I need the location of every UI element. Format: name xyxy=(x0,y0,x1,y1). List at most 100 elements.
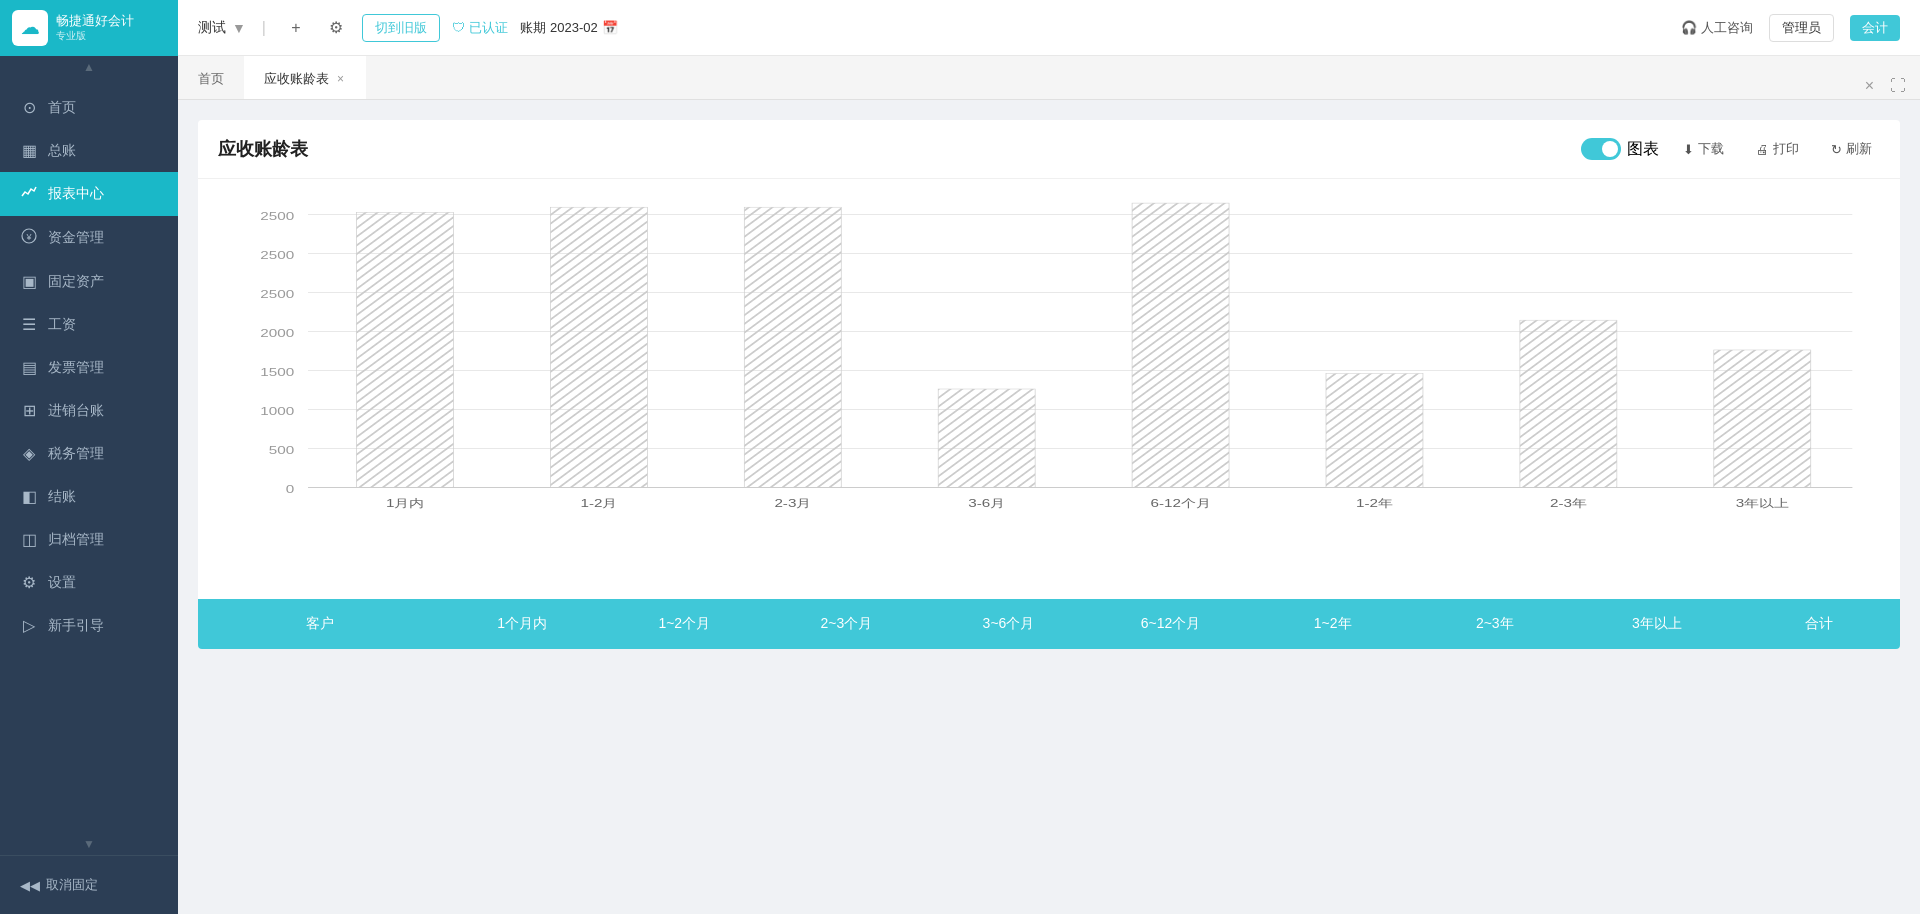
col-customer: 客户 xyxy=(198,599,441,649)
switch-version-button[interactable]: 切到旧版 xyxy=(362,14,440,42)
gear-icon: ⚙ xyxy=(329,18,343,37)
bar-1-2years xyxy=(1326,374,1423,488)
calendar-icon[interactable]: 📅 xyxy=(602,20,618,35)
scroll-down-indicator[interactable]: ▼ xyxy=(0,833,178,855)
print-icon: 🖨 xyxy=(1756,142,1769,157)
sidebar-item-ledger[interactable]: ▦ 总账 xyxy=(0,129,178,172)
col-3-6months: 3~6个月 xyxy=(927,599,1089,649)
sidebar-item-home[interactable]: ⊙ 首页 xyxy=(0,86,178,129)
refresh-label: 刷新 xyxy=(1846,140,1872,158)
chart-toggle[interactable]: 图表 xyxy=(1581,138,1659,160)
bar-3-6months xyxy=(938,389,1035,488)
svg-text:500: 500 xyxy=(269,444,294,457)
print-label: 打印 xyxy=(1773,140,1799,158)
sidebar-item-label: 归档管理 xyxy=(48,531,104,549)
svg-text:0: 0 xyxy=(286,483,294,496)
bar-2-3years xyxy=(1520,320,1617,487)
cancel-fix-label: 取消固定 xyxy=(46,876,98,894)
headset-icon: 🎧 xyxy=(1681,20,1697,35)
svg-text:1-2月: 1-2月 xyxy=(580,497,617,510)
svg-text:3年以上: 3年以上 xyxy=(1736,497,1789,510)
sidebar-item-fixed-assets[interactable]: ▣ 固定资产 xyxy=(0,260,178,303)
sidebar-nav: ⊙ 首页 ▦ 总账 报表中心 ¥ 资金管理 ▣ 固定资产 ☰ 工资 ▤ xyxy=(0,78,178,833)
chart-toggle-label: 图表 xyxy=(1627,139,1659,160)
add-button[interactable]: + xyxy=(282,14,310,42)
sidebar-item-label: 发票管理 xyxy=(48,359,104,377)
tab-home[interactable]: 首页 xyxy=(178,56,244,99)
payroll-icon: ☰ xyxy=(20,315,38,334)
col-total: 合计 xyxy=(1738,599,1900,649)
sidebar-item-reports[interactable]: 报表中心 xyxy=(0,172,178,216)
sidebar-item-payroll[interactable]: ☰ 工资 xyxy=(0,303,178,346)
download-button[interactable]: ⬇ 下载 xyxy=(1675,136,1732,162)
svg-text:1月内: 1月内 xyxy=(386,497,424,510)
svg-text:2500: 2500 xyxy=(260,287,294,300)
sidebar-item-label: 结账 xyxy=(48,488,76,506)
col-1-2years: 1~2年 xyxy=(1252,599,1414,649)
sidebar-item-label: 报表中心 xyxy=(48,185,104,203)
settings-icon: ⚙ xyxy=(20,573,38,592)
col-6-12months: 6~12个月 xyxy=(1090,599,1252,649)
dropdown-icon: ▼ xyxy=(232,20,246,36)
support-label: 人工咨询 xyxy=(1701,19,1753,37)
role-button[interactable]: 会计 xyxy=(1850,15,1900,41)
table-header: 客户 1个月内 1~2个月 2~3个月 3~6个月 6~12个月 1~2年 2~… xyxy=(198,599,1900,649)
refresh-button[interactable]: ↻ 刷新 xyxy=(1823,136,1880,162)
col-2-3years: 2~3年 xyxy=(1414,599,1576,649)
sidebar-item-settings[interactable]: ⚙ 设置 xyxy=(0,561,178,604)
window-close-button[interactable]: × xyxy=(1861,73,1878,99)
report-actions: 图表 ⬇ 下载 🖨 打印 ↻ 刷新 xyxy=(1581,136,1880,162)
col-3plus-years: 3年以上 xyxy=(1576,599,1738,649)
shield-icon: 🛡 xyxy=(452,20,465,35)
funds-icon: ¥ xyxy=(20,228,38,248)
sidebar-item-invoices[interactable]: ▤ 发票管理 xyxy=(0,346,178,389)
sidebar-item-tax[interactable]: ◈ 税务管理 xyxy=(0,432,178,475)
tax-icon: ◈ xyxy=(20,444,38,463)
svg-text:¥: ¥ xyxy=(25,232,32,242)
report-container: 应收账龄表 图表 ⬇ 下载 🖨 打印 ↻ xyxy=(198,120,1900,649)
svg-text:6-12个月: 6-12个月 xyxy=(1151,497,1211,510)
project-selector[interactable]: 测试 ▼ xyxy=(198,19,246,37)
guide-icon: ▷ xyxy=(20,616,38,635)
sidebar-item-archive[interactable]: ◫ 归档管理 xyxy=(0,518,178,561)
cancel-fix-button[interactable]: ◀◀ 取消固定 xyxy=(0,866,178,904)
period-info: 账期 2023-02 📅 xyxy=(520,19,618,37)
bar-2-3months xyxy=(744,207,841,487)
sidebar-item-closing[interactable]: ◧ 结账 xyxy=(0,475,178,518)
sidebar-item-label: 资金管理 xyxy=(48,229,104,247)
tab-close-button[interactable]: × xyxy=(335,70,346,88)
expand-button[interactable]: ⛶ xyxy=(1886,73,1910,99)
inventory-icon: ⊞ xyxy=(20,401,38,420)
report-header: 应收账龄表 图表 ⬇ 下载 🖨 打印 ↻ xyxy=(198,120,1900,179)
sidebar-item-funds[interactable]: ¥ 资金管理 xyxy=(0,216,178,260)
col-1month: 1个月内 xyxy=(441,599,603,649)
archive-icon: ◫ xyxy=(20,530,38,549)
sidebar-bottom: ◀◀ 取消固定 xyxy=(0,855,178,914)
settings-button[interactable]: ⚙ xyxy=(322,14,350,42)
app-name: 畅捷通好会计 xyxy=(56,13,134,30)
print-button[interactable]: 🖨 打印 xyxy=(1748,136,1807,162)
support-button[interactable]: 🎧 人工咨询 xyxy=(1681,19,1753,37)
col-1-2months: 1~2个月 xyxy=(603,599,765,649)
invoices-icon: ▤ xyxy=(20,358,38,377)
sidebar-item-inventory[interactable]: ⊞ 进销台账 xyxy=(0,389,178,432)
add-icon: + xyxy=(291,19,300,37)
separator: | xyxy=(262,19,266,37)
bar-6-12months xyxy=(1132,203,1229,487)
svg-text:3-6月: 3-6月 xyxy=(968,497,1005,510)
scroll-up-indicator[interactable]: ▲ xyxy=(0,56,178,78)
user-button[interactable]: 管理员 xyxy=(1769,14,1834,42)
svg-text:2-3年: 2-3年 xyxy=(1550,497,1587,510)
bar-chart: 2500 2500 2500 2000 1500 1000 500 0 xyxy=(218,199,1880,579)
svg-text:2-3月: 2-3月 xyxy=(774,497,811,510)
certified-label: 已认证 xyxy=(469,19,508,37)
home-tab-label: 首页 xyxy=(198,70,224,88)
svg-text:2000: 2000 xyxy=(260,327,294,340)
sidebar-item-label: 设置 xyxy=(48,574,76,592)
sidebar-item-label: 首页 xyxy=(48,99,76,117)
sidebar-item-guide[interactable]: ▷ 新手引导 xyxy=(0,604,178,647)
chart-toggle-switch[interactable] xyxy=(1581,138,1621,160)
main-content: 测试 ▼ | + ⚙ 切到旧版 🛡 已认证 账期 2023-02 📅 🎧 人工咨… xyxy=(178,0,1920,914)
topbar-right: 🎧 人工咨询 管理员 会计 xyxy=(1681,14,1900,42)
tab-receivable-aging[interactable]: 应收账龄表 × xyxy=(244,56,366,99)
